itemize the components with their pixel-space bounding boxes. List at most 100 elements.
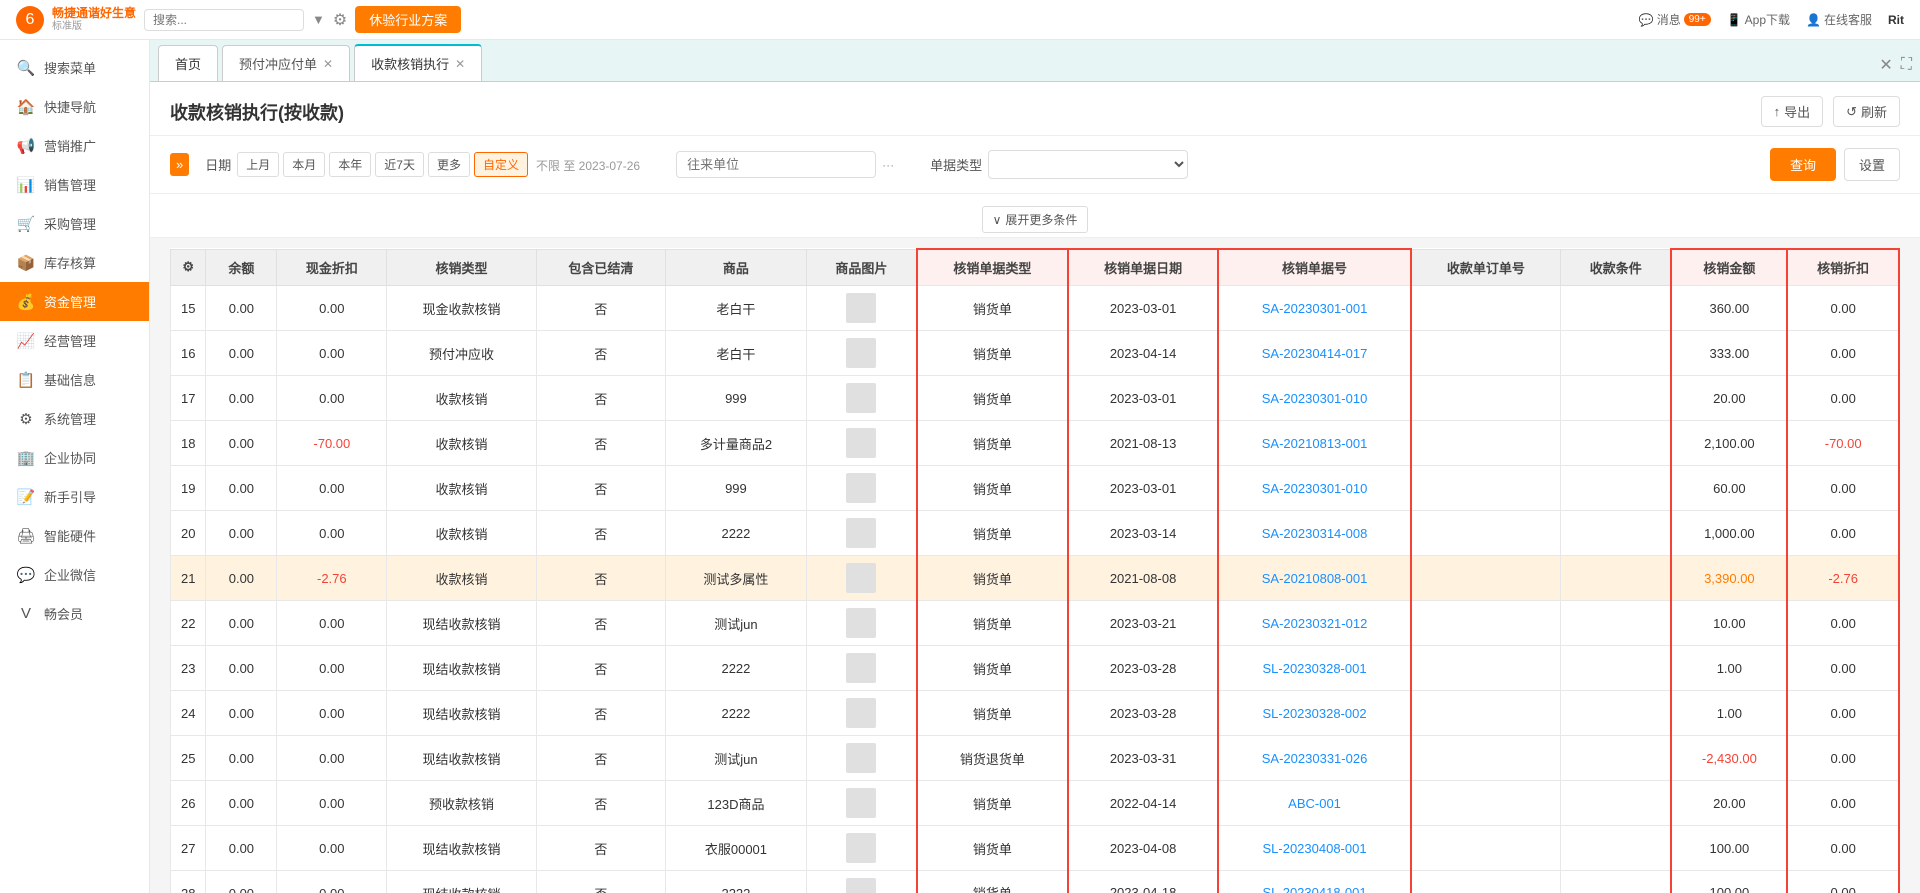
cancel-bill-link[interactable]: SL-20230408-001 <box>1262 841 1366 856</box>
cell-balance: 0.00 <box>206 691 277 736</box>
cancel-bill-link[interactable]: SA-20230314-008 <box>1262 526 1368 541</box>
cell-balance: 0.00 <box>206 781 277 826</box>
cancel-bill-link[interactable]: SL-20230328-001 <box>1262 661 1366 676</box>
basic-info-icon: 📋 <box>16 371 36 389</box>
sidebar-item-quick-nav[interactable]: 🏠快捷导航 <box>0 87 149 126</box>
cell-product: 123D商品 <box>666 781 807 826</box>
th-gear[interactable]: ⚙ <box>171 249 206 286</box>
cancel-bill-link[interactable]: SA-20230414-017 <box>1262 346 1368 361</box>
date-btn-custom[interactable]: 自定义 <box>474 152 528 177</box>
search-top-input[interactable] <box>144 9 304 31</box>
sidebar-item-system[interactable]: ⚙系统管理 <box>0 399 149 438</box>
tab-collection[interactable]: 收款核销执行 ✕ <box>354 44 482 81</box>
cell-cancel-bill-date: 2023-03-14 <box>1068 511 1219 556</box>
sidebar-item-enterprise[interactable]: 🏢企业协同 <box>0 438 149 477</box>
filter-collapse-btn[interactable]: » <box>170 153 189 176</box>
cancel-bill-link[interactable]: SA-20210808-001 <box>1262 571 1368 586</box>
sidebar-item-vip[interactable]: V畅会员 <box>0 594 149 633</box>
cell-receipt-order <box>1411 646 1561 691</box>
cancel-bill-link[interactable]: SA-20230331-026 <box>1262 751 1368 766</box>
expand-conditions-btn[interactable]: ∨ 展开更多条件 <box>982 206 1089 233</box>
date-range-label: 不限 至 2023-07-26 <box>536 157 640 174</box>
dropdown-arrow[interactable]: ▼ <box>312 12 325 27</box>
settings-btn[interactable]: 设置 <box>1844 148 1900 181</box>
sidebar-item-business[interactable]: 📈经营管理 <box>0 321 149 360</box>
tab-home[interactable]: 首页 <box>158 45 218 81</box>
sidebar-item-purchase[interactable]: 🛒采购管理 <box>0 204 149 243</box>
cell-cancel-bill-date: 2023-03-01 <box>1068 376 1219 421</box>
sidebar-label-weixin: 企业微信 <box>44 565 96 584</box>
cell-product-img <box>806 466 917 511</box>
cell-cash-discount: 0.00 <box>277 511 387 556</box>
cell-cancel-discount: 0.00 <box>1787 331 1899 376</box>
date-btn-more[interactable]: 更多 <box>428 152 470 177</box>
cell-cancel-amount: 333.00 <box>1671 331 1787 376</box>
cell-cancel-amount: 1,000.00 <box>1671 511 1787 556</box>
sidebar-item-smart-hw[interactable]: 🖨智能硬件 <box>0 516 149 555</box>
sidebar-item-sales[interactable]: 📊销售管理 <box>0 165 149 204</box>
tab-prepay-close[interactable]: ✕ <box>323 57 333 71</box>
date-btn-this-year[interactable]: 本年 <box>329 152 371 177</box>
online-service[interactable]: 👤 在线客服 <box>1806 11 1872 28</box>
cell-cash-discount: 0.00 <box>277 736 387 781</box>
date-btn-last-month[interactable]: 上月 <box>237 152 279 177</box>
cell-receipt-terms <box>1561 736 1672 781</box>
from-unit-dots[interactable]: ··· <box>882 158 894 172</box>
tab-close-all-icon[interactable]: ✕ <box>1879 55 1892 75</box>
cell-receipt-terms <box>1561 466 1672 511</box>
sidebar-item-guide[interactable]: 📝新手引导 <box>0 477 149 516</box>
filter-action-btns: 查询 设置 <box>1770 148 1900 181</box>
cancel-bill-link[interactable]: SL-20230418-001 <box>1262 885 1366 893</box>
export-btn[interactable]: ↑ 导出 <box>1761 96 1824 127</box>
cell-cash-discount: 0.00 <box>277 286 387 331</box>
date-btn-last-7days[interactable]: 近7天 <box>375 152 424 177</box>
cancel-bill-link[interactable]: SL-20230328-002 <box>1262 706 1366 721</box>
table-row: 21 0.00 -2.76 收款核销 否 测试多属性 销货单 2021-08-0… <box>171 556 1900 601</box>
cell-product-img <box>806 601 917 646</box>
cancel-bill-link[interactable]: SA-20230301-010 <box>1262 481 1368 496</box>
cancel-bill-link[interactable]: SA-20210813-001 <box>1262 436 1368 451</box>
sidebar-item-weixin[interactable]: 💬企业微信 <box>0 555 149 594</box>
table-row: 24 0.00 0.00 现结收款核销 否 2222 销货单 2023-03-2… <box>171 691 1900 736</box>
cancel-bill-link[interactable]: ABC-001 <box>1288 796 1341 811</box>
cell-cancel-bill-type: 销货单 <box>917 781 1068 826</box>
messages-area[interactable]: 💬 消息 99+ <box>1639 11 1711 28</box>
cell-cancel-amount: 100.00 <box>1671 826 1787 871</box>
cell-cancel-type: 现结收款核销 <box>387 826 536 871</box>
sales-icon: 📊 <box>16 176 36 194</box>
cancel-bill-link[interactable]: SA-20230301-001 <box>1262 301 1368 316</box>
sidebar-item-basic-info[interactable]: 📋基础信息 <box>0 360 149 399</box>
sidebar-item-inventory[interactable]: 📦库存核算 <box>0 243 149 282</box>
business-icon: 📈 <box>16 332 36 350</box>
cancel-bill-link[interactable]: SA-20230301-010 <box>1262 391 1368 406</box>
query-btn[interactable]: 查询 <box>1770 148 1836 181</box>
tab-collection-close[interactable]: ✕ <box>455 57 465 71</box>
sidebar-item-marketing[interactable]: 📢营销推广 <box>0 126 149 165</box>
cell-include-cleared: 否 <box>536 376 666 421</box>
cell-include-cleared: 否 <box>536 511 666 556</box>
cell-cancel-discount: 0.00 <box>1787 511 1899 556</box>
app-download[interactable]: 📱 App下载 <box>1727 11 1790 28</box>
user-name[interactable]: Rit <box>1888 13 1904 27</box>
cell-balance: 0.00 <box>206 736 277 781</box>
tab-prepay[interactable]: 预付冲应付单 ✕ <box>222 45 350 81</box>
cell-id: 26 <box>171 781 206 826</box>
sidebar-item-finance[interactable]: 💰资金管理 <box>0 282 149 321</box>
cell-cancel-type: 现结收款核销 <box>387 871 536 893</box>
sidebar-item-search-menu[interactable]: 🔍搜索菜单 <box>0 48 149 87</box>
from-unit-input[interactable] <box>676 151 876 178</box>
settings-icon[interactable]: ⚙ <box>333 10 347 30</box>
th-cancel-bill-date: 核销单据日期 <box>1068 249 1219 286</box>
date-btn-this-month[interactable]: 本月 <box>283 152 325 177</box>
cell-receipt-terms <box>1561 511 1672 556</box>
cancel-bill-link[interactable]: SA-20230321-012 <box>1262 616 1368 631</box>
cell-cancel-bill-no: SL-20230418-001 <box>1218 871 1410 893</box>
refresh-btn[interactable]: ↺ 刷新 <box>1833 96 1900 127</box>
cell-cancel-bill-type: 销货单 <box>917 421 1068 466</box>
cell-cancel-bill-date: 2023-03-01 <box>1068 466 1219 511</box>
bill-type-select[interactable]: 销货单 销货退货单 <box>988 150 1188 179</box>
tab-expand-icon[interactable]: ⛶ <box>1901 56 1912 74</box>
cell-receipt-terms <box>1561 556 1672 601</box>
cell-cancel-amount: 10.00 <box>1671 601 1787 646</box>
industry-btn[interactable]: 休验行业方案 <box>355 6 461 33</box>
